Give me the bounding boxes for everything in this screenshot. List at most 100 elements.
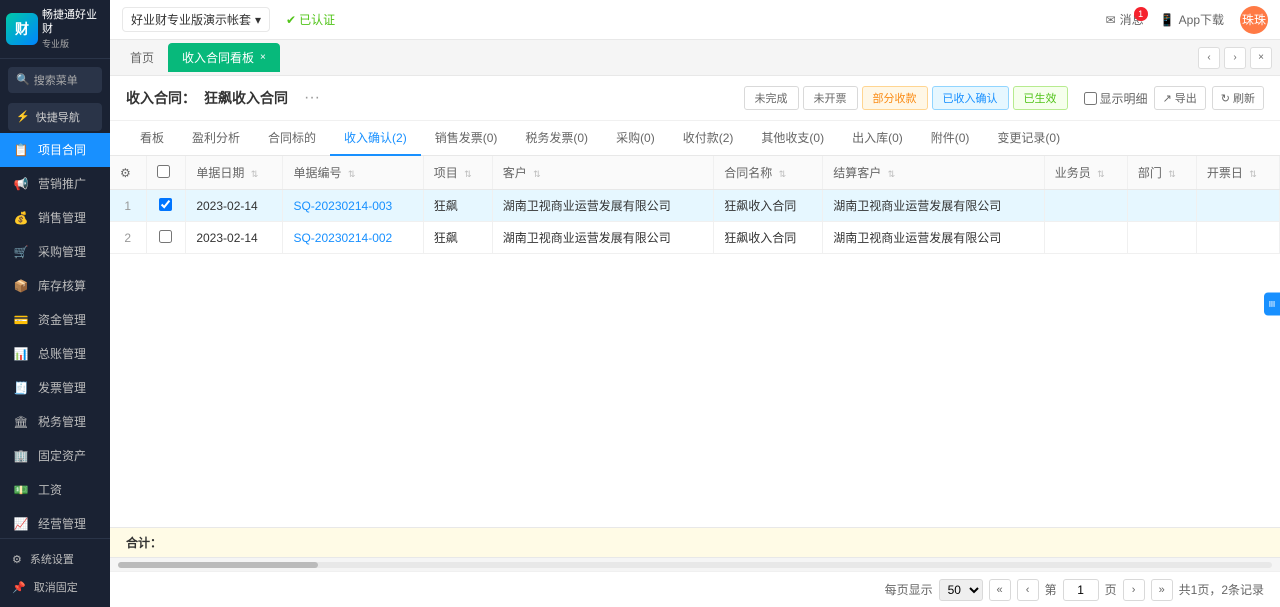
lightning-icon: ⚡	[16, 110, 30, 123]
pagination: 每页显示 50 « ‹ 第 页 › » 共1页，2条记录	[110, 571, 1280, 607]
page-input[interactable]	[1063, 579, 1099, 601]
row-2-num: 2	[110, 222, 146, 254]
status-partial-payment-button[interactable]: 部分收款	[862, 86, 928, 110]
row-1-checkbox[interactable]	[159, 198, 172, 211]
tab-prev-button[interactable]: ‹	[1198, 47, 1220, 69]
gear-icon[interactable]: ⚙	[120, 166, 131, 180]
show-fine-checkbox[interactable]	[1084, 92, 1097, 105]
table-container: ⚙ 单据日期 ⇅ 单据编号 ⇅	[110, 156, 1280, 527]
funds-icon: 💳	[12, 311, 30, 329]
refresh-button[interactable]: ↻ 刷新	[1212, 86, 1264, 110]
content-prefix: 收入合同：	[126, 88, 196, 108]
inventory-icon: 📦	[12, 277, 30, 295]
content-title: 狂飙收入合同	[204, 88, 288, 108]
sidebar-item-marketing[interactable]: 📢 营销推广	[0, 167, 110, 201]
export-button[interactable]: ↗ 导出	[1154, 86, 1206, 110]
horizontal-scrollbar[interactable]	[110, 557, 1280, 571]
management-icon: 📈	[12, 515, 30, 533]
col-department-header: 部门 ⇅	[1127, 156, 1196, 190]
messages-button[interactable]: ✉ 1 消息	[1106, 11, 1144, 28]
sidebar-item-purchase[interactable]: 🛒 采购管理	[0, 235, 110, 269]
sidebar-item-management[interactable]: 📈 经营管理	[0, 507, 110, 538]
scrollbar-thumb[interactable]	[118, 562, 318, 568]
scrollbar-track	[118, 562, 1272, 568]
sidebar-item-payroll[interactable]: 💵 工资	[0, 473, 110, 507]
tab-close-all-button[interactable]: ×	[1250, 47, 1272, 69]
tab-sales-invoice[interactable]: 销售发票(0)	[421, 121, 512, 156]
row-1-contract-name: 狂飙收入合同	[714, 190, 823, 222]
right-panel-icon[interactable]: ≡	[1265, 300, 1279, 307]
next-page-button[interactable]: ›	[1123, 579, 1145, 601]
tab-profit-analysis[interactable]: 盈利分析	[178, 121, 254, 156]
app-download-button[interactable]: 📱 App下载	[1160, 11, 1224, 28]
status-unfinished-button[interactable]: 未完成	[744, 86, 799, 110]
sidebar-item-inventory[interactable]: 📦 库存核算	[0, 269, 110, 303]
status-effective-button[interactable]: 已生效	[1013, 86, 1068, 110]
sidebar-item-tax[interactable]: 🏛 税务管理	[0, 405, 110, 439]
sidebar-unpin-button[interactable]: 📌 取消固定	[0, 573, 110, 601]
company-selector[interactable]: 好业财专业版演示帐套 ▾	[122, 7, 270, 32]
table-header: ⚙ 单据日期 ⇅ 单据编号 ⇅	[110, 156, 1280, 190]
row-2-checkbox[interactable]	[159, 230, 172, 243]
row-1-department	[1127, 190, 1196, 222]
row-2-order-no: SQ-20230214-002	[283, 222, 423, 254]
sidebar-item-ledger[interactable]: 📊 总账管理	[0, 337, 110, 371]
project-contract-icon: 📋	[12, 141, 30, 159]
tab-change-records[interactable]: 变更记录(0)	[983, 121, 1074, 156]
sort-icon-invoice-date: ⇅	[1249, 169, 1257, 179]
tab-payment[interactable]: 收付款(2)	[669, 121, 748, 156]
table-row[interactable]: 2 2023-02-14 SQ-20230214-002 狂飙 湖南卫视商业运营…	[110, 222, 1280, 254]
tab-purchase[interactable]: 采购(0)	[602, 121, 669, 156]
tab-other-receipts[interactable]: 其他收支(0)	[747, 121, 838, 156]
tab-tax-invoice[interactable]: 税务发票(0)	[511, 121, 602, 156]
tab-contract-subject[interactable]: 合同标的	[254, 121, 330, 156]
user-avatar[interactable]: 珠珠	[1240, 6, 1268, 34]
tab-attachments[interactable]: 附件(0)	[917, 121, 984, 156]
sidebar-logo: 财 畅捷通好业财 专业版	[0, 0, 110, 59]
sidebar-settings-button[interactable]: ⚙ 系统设置	[0, 545, 110, 573]
sort-icon-date: ⇅	[251, 169, 259, 179]
col-date-header: 单据日期 ⇅	[186, 156, 283, 190]
status-uninvoiced-button[interactable]: 未开票	[803, 86, 858, 110]
quick-nav-button[interactable]: ⚡ 快捷导航	[8, 103, 102, 131]
sidebar-item-project-contract[interactable]: 📋 项目合同	[0, 133, 110, 167]
tab-close-button[interactable]: ×	[260, 52, 266, 63]
company-name: 好业财专业版演示帐套	[131, 11, 251, 28]
row-2-checkbox-cell	[146, 222, 186, 254]
home-tab[interactable]: 首页	[118, 43, 166, 72]
active-tab[interactable]: 收入合同看板 ×	[168, 43, 280, 72]
select-all-checkbox[interactable]	[157, 165, 170, 178]
last-page-button[interactable]: »	[1151, 579, 1173, 601]
tab-next-button[interactable]: ›	[1224, 47, 1246, 69]
table-row[interactable]: 1 2023-02-14 SQ-20230214-003 狂飙 湖南卫视商业运营…	[110, 190, 1280, 222]
tab-inout-warehouse[interactable]: 出入库(0)	[838, 121, 917, 156]
status-confirmed-button[interactable]: 已收入确认	[932, 86, 1009, 110]
tab-revenue-confirm[interactable]: 收入确认(2)	[330, 121, 421, 156]
search-menu-button[interactable]: 🔍 搜索菜单	[8, 67, 102, 93]
tab-kanban[interactable]: 看板	[126, 121, 178, 156]
prev-page-button[interactable]: ‹	[1017, 579, 1039, 601]
fixed-assets-icon: 🏢	[12, 447, 30, 465]
sidebar-item-sales[interactable]: 💰 销售管理	[0, 201, 110, 235]
total-records: 共1页，2条记录	[1179, 581, 1264, 598]
content-panel: 收入合同： 狂飙收入合同 ··· 未完成 未开票 部分收款 已收入确认 已生效 …	[110, 76, 1280, 607]
message-icon: ✉	[1106, 13, 1116, 27]
tabbar-controls: ‹ › ×	[1198, 47, 1272, 69]
more-actions-button[interactable]: ···	[304, 89, 320, 107]
first-page-button[interactable]: «	[989, 579, 1011, 601]
col-order-no-header: 单据编号 ⇅	[283, 156, 423, 190]
col-checkbox	[146, 156, 186, 190]
marketing-icon: 📢	[12, 175, 30, 193]
row-1-order-link[interactable]: SQ-20230214-003	[293, 199, 392, 213]
col-salesman-header: 业务员 ⇅	[1044, 156, 1127, 190]
row-2-order-link[interactable]: SQ-20230214-002	[293, 231, 392, 245]
sidebar-item-funds[interactable]: 💳 资金管理	[0, 303, 110, 337]
col-settings: ⚙	[110, 156, 146, 190]
sidebar-item-invoice[interactable]: 🧾 发票管理	[0, 371, 110, 405]
row-1-project: 狂飙	[423, 190, 492, 222]
per-page-select[interactable]: 50	[939, 579, 983, 601]
check-icon: ✔	[286, 13, 296, 27]
sidebar-item-fixed-assets[interactable]: 🏢 固定资产	[0, 439, 110, 473]
status-buttons-group: 未完成 未开票 部分收款 已收入确认 已生效	[744, 86, 1068, 110]
sort-icon-customer: ⇅	[533, 169, 541, 179]
